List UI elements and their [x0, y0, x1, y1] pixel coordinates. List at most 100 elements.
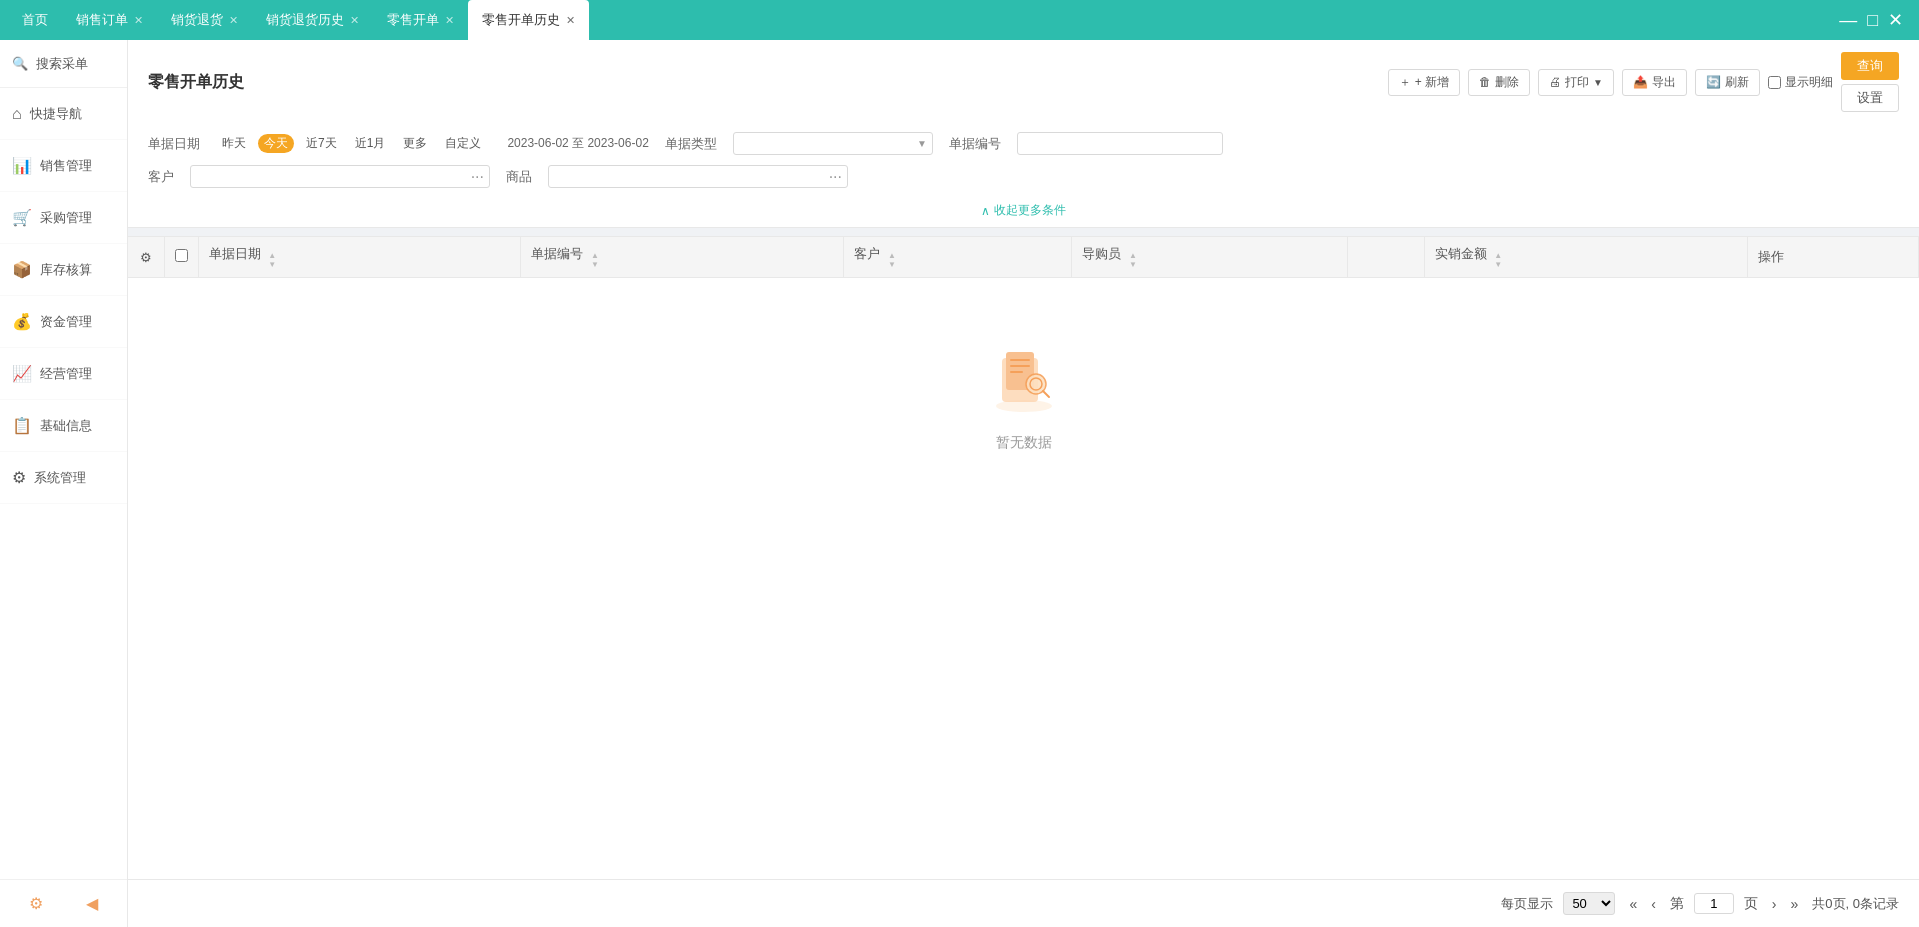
- sidebar-item-operations[interactable]: 📈 经营管理: [0, 348, 127, 400]
- tab-sales-return-history-close[interactable]: ✕: [350, 14, 359, 27]
- next-page-button[interactable]: ›: [1768, 894, 1781, 914]
- th-checkbox[interactable]: [164, 237, 198, 278]
- search-icon: 🔍: [12, 56, 28, 71]
- page-number-input[interactable]: [1694, 893, 1734, 914]
- query-label: 查询: [1857, 58, 1883, 73]
- tab-retail-open-history-label: 零售开单历史: [482, 11, 560, 29]
- sidebar-item-basic-info[interactable]: 📋 基础信息: [0, 400, 127, 452]
- add-button[interactable]: ＋ + 新增: [1388, 69, 1460, 96]
- query-button[interactable]: 查询: [1841, 52, 1899, 80]
- last-page-button[interactable]: »: [1787, 894, 1803, 914]
- date-opt-more[interactable]: 更多: [397, 134, 433, 153]
- sidebar-item-system-mgmt[interactable]: ⚙ 系统管理: [0, 452, 127, 504]
- purchase-mgmt-icon: 🛒: [12, 208, 32, 227]
- amount-sort-icon: ▲▼: [1494, 252, 1502, 269]
- tab-sales-return-close[interactable]: ✕: [229, 14, 238, 27]
- per-page-select[interactable]: 50 10 20 100: [1563, 892, 1615, 915]
- tab-retail-open-close[interactable]: ✕: [445, 14, 454, 27]
- th-number[interactable]: 单据编号 ▲▼: [521, 237, 844, 278]
- empty-illustration: [984, 338, 1064, 418]
- doc-num-label: 单据编号: [949, 135, 1001, 153]
- th-action-label: 操作: [1758, 249, 1784, 264]
- customer-dots-icon[interactable]: ···: [471, 168, 484, 186]
- select-all-checkbox[interactable]: [175, 249, 188, 262]
- display-detail-checkbox[interactable]: [1768, 76, 1781, 89]
- th-guide[interactable]: 导购员 ▲▼: [1072, 237, 1348, 278]
- filter-row-2: 客户 ··· 商品 ···: [148, 165, 1899, 188]
- print-button[interactable]: 🖨 打印 ▼: [1538, 69, 1614, 96]
- tab-home[interactable]: 首页: [8, 0, 62, 40]
- product-dots-icon[interactable]: ···: [829, 168, 842, 186]
- sidebar-item-inventory-label: 库存核算: [40, 261, 92, 279]
- customer-label: 客户: [148, 168, 174, 186]
- tab-retail-open-history-close[interactable]: ✕: [566, 14, 575, 27]
- delete-button[interactable]: 🗑 删除: [1468, 69, 1530, 96]
- table-header-row: ⚙ 单据日期 ▲▼ 单据编号 ▲▼: [128, 237, 1919, 278]
- customer-input[interactable]: [190, 165, 490, 188]
- basic-info-icon: 📋: [12, 416, 32, 435]
- sidebar-search[interactable]: 🔍 搜索采单: [0, 40, 127, 88]
- sidebar-item-operations-label: 经营管理: [40, 365, 92, 383]
- sidebar-item-finance[interactable]: 💰 资金管理: [0, 296, 127, 348]
- th-guide-label: 导购员: [1082, 246, 1121, 261]
- date-opt-7days[interactable]: 近7天: [300, 134, 343, 153]
- tab-sales-return-history[interactable]: 销货退货历史 ✕: [252, 0, 373, 40]
- collapse-filters-button[interactable]: ∧ 收起更多条件: [148, 198, 1899, 227]
- add-icon: ＋: [1399, 74, 1411, 91]
- tab-sales-order-close[interactable]: ✕: [134, 14, 143, 27]
- th-date[interactable]: 单据日期 ▲▼: [198, 237, 521, 278]
- query-setting-buttons: 查询 设置: [1841, 52, 1899, 112]
- th-amount[interactable]: 实销金额 ▲▼: [1424, 237, 1747, 278]
- close-button[interactable]: ✕: [1888, 9, 1903, 31]
- date-opt-1month[interactable]: 近1月: [349, 134, 392, 153]
- delete-label: 删除: [1495, 74, 1519, 91]
- th-customer[interactable]: 客户 ▲▼: [844, 237, 1072, 278]
- tab-sales-return-history-label: 销货退货历史: [266, 11, 344, 29]
- product-input-wrap: ···: [548, 165, 848, 188]
- sidebar-bottom: ⚙ ◀: [0, 879, 127, 927]
- date-opt-today[interactable]: 今天: [258, 134, 294, 153]
- tab-retail-open-history[interactable]: 零售开单历史 ✕: [468, 0, 589, 40]
- tab-retail-open[interactable]: 零售开单 ✕: [373, 0, 468, 40]
- doc-num-input[interactable]: [1017, 132, 1223, 155]
- minimize-button[interactable]: —: [1839, 10, 1857, 31]
- print-icon: 🖨: [1549, 75, 1561, 89]
- display-detail-label: 显示明细: [1785, 74, 1833, 91]
- sidebar-item-sales-mgmt[interactable]: 📊 销售管理: [0, 140, 127, 192]
- refresh-icon: 🔄: [1706, 75, 1721, 89]
- setting-button[interactable]: 设置: [1841, 84, 1899, 112]
- sidebar-item-inventory[interactable]: 📦 库存核算: [0, 244, 127, 296]
- data-table: ⚙ 单据日期 ▲▼ 单据编号 ▲▼: [128, 237, 1919, 278]
- settings-icon[interactable]: ⚙: [29, 894, 43, 913]
- table-container: ⚙ 单据日期 ▲▼ 单据编号 ▲▼: [128, 236, 1919, 879]
- product-input[interactable]: [548, 165, 848, 188]
- export-button[interactable]: 📤 导出: [1622, 69, 1687, 96]
- collapse-up-icon: ∧: [981, 204, 990, 218]
- date-sort-icon: ▲▼: [268, 252, 276, 269]
- th-number-label: 单据编号: [531, 246, 583, 261]
- date-opt-custom[interactable]: 自定义: [439, 134, 487, 153]
- sidebar-item-quick-nav[interactable]: ⌂ 快捷导航: [0, 88, 127, 140]
- page-title: 零售开单历史: [148, 72, 244, 93]
- doc-type-select[interactable]: [733, 132, 933, 155]
- sales-mgmt-icon: 📊: [12, 156, 32, 175]
- refresh-button[interactable]: 🔄 刷新: [1695, 69, 1760, 96]
- date-filter-label: 单据日期: [148, 135, 200, 153]
- date-opt-yesterday[interactable]: 昨天: [216, 134, 252, 153]
- pagination-bar: 每页显示 50 10 20 100 « ‹ 第 页 › » 共0页, 0条记录: [128, 879, 1919, 927]
- maximize-button[interactable]: □: [1867, 10, 1878, 31]
- tab-sales-return[interactable]: 销货退货 ✕: [157, 0, 252, 40]
- operations-icon: 📈: [12, 364, 32, 383]
- collapse-sidebar-icon[interactable]: ◀: [86, 894, 98, 913]
- filter-area: 单据日期 昨天 今天 近7天 近1月 更多 自定义 2023-06-02 至 2…: [148, 124, 1899, 227]
- tab-sales-order[interactable]: 销售订单 ✕: [62, 0, 157, 40]
- th-settings[interactable]: ⚙: [128, 237, 164, 278]
- first-page-button[interactable]: «: [1625, 894, 1641, 914]
- product-label: 商品: [506, 168, 532, 186]
- sidebar-item-purchase-mgmt[interactable]: 🛒 采购管理: [0, 192, 127, 244]
- display-detail-toggle[interactable]: 显示明细: [1768, 74, 1833, 91]
- filter-row-1: 单据日期 昨天 今天 近7天 近1月 更多 自定义 2023-06-02 至 2…: [148, 132, 1899, 155]
- prev-page-button[interactable]: ‹: [1647, 894, 1660, 914]
- finance-icon: 💰: [12, 312, 32, 331]
- th-amount-label: 实销金额: [1435, 246, 1487, 261]
